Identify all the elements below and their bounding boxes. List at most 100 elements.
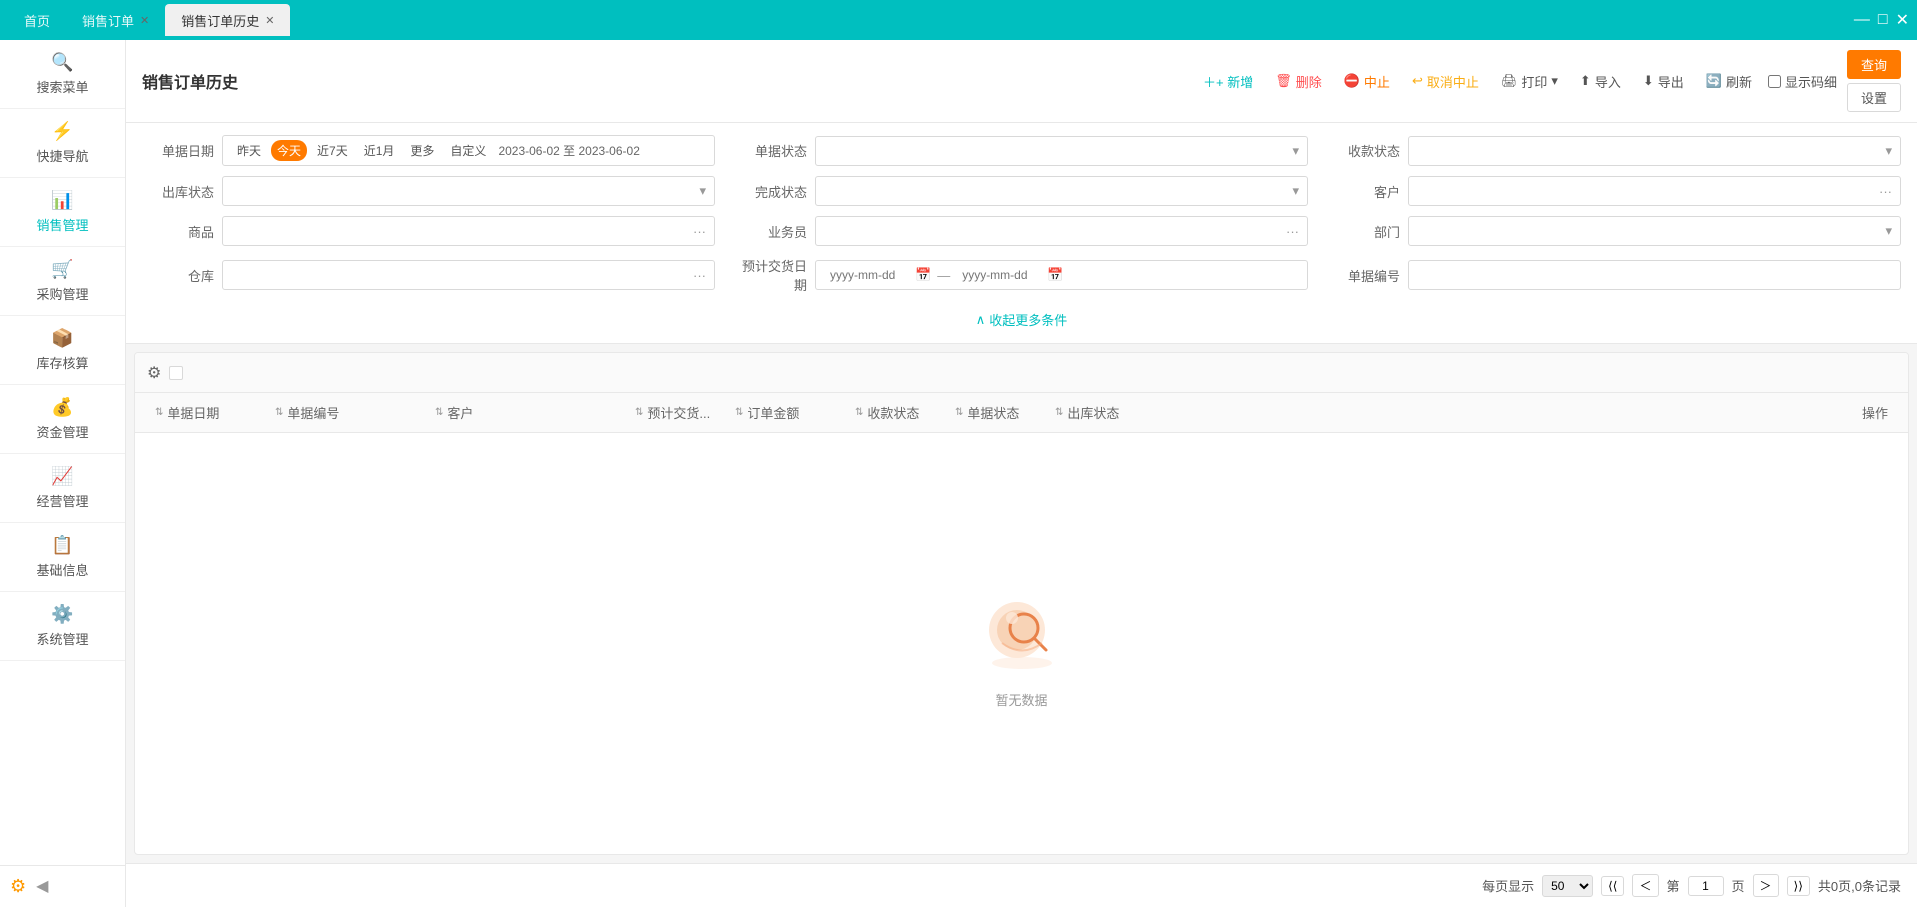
sidebar-item-finance-label: 资金管理 xyxy=(36,422,88,441)
cancel-stop-button[interactable]: ↩ 取消中止 xyxy=(1406,68,1485,95)
out-status-label: 出库状态 xyxy=(142,182,222,201)
query-button[interactable]: 查询 xyxy=(1847,50,1901,79)
tab-home-label: 首页 xyxy=(24,11,50,30)
order-num-input[interactable] xyxy=(1417,268,1892,283)
next-page-btn[interactable]: ＞ xyxy=(1753,874,1779,897)
sidebar-item-sales[interactable]: 📊 销售管理 xyxy=(0,178,125,247)
window-controls: — □ ✕ xyxy=(1854,10,1909,30)
delivery-calendar-start[interactable]: 📅 xyxy=(915,267,931,283)
table-header: ⇅ 单据日期 ⇅ 单据编号 ⇅ 客户 ⇅ 预计交货... ⇅ 订单金额 xyxy=(135,393,1908,433)
display-cols-checkbox[interactable] xyxy=(1768,75,1781,88)
stop-button[interactable]: ⛔ 中止 xyxy=(1338,68,1396,95)
sidebar-settings-icon[interactable]: ⚙ xyxy=(10,876,26,897)
customer-dots: ··· xyxy=(1879,184,1892,199)
tab-home[interactable]: 首页 xyxy=(8,4,66,36)
page-size-label: 每页显示 xyxy=(1482,876,1534,895)
minimize-icon[interactable]: — xyxy=(1854,11,1870,29)
th-order-status[interactable]: ⇅ 单据状态 xyxy=(947,403,1047,422)
filter-row-4: 仓库 ··· 预计交货日期 📅 — 📅 单据编号 xyxy=(142,256,1901,294)
date-filter-control[interactable]: 昨天 今天 近7天 近1月 更多 自定义 2023-06-02 至 2023-0… xyxy=(222,135,715,166)
order-status-control[interactable]: ▾ xyxy=(815,136,1308,166)
date-btn-7days[interactable]: 近7天 xyxy=(311,140,354,161)
warehouse-label: 仓库 xyxy=(142,266,222,285)
sidebar-item-finance[interactable]: 💰 资金管理 xyxy=(0,385,125,454)
collapse-icon: ∧ xyxy=(976,312,986,328)
dept-control[interactable]: ▾ xyxy=(1408,216,1901,246)
delivery-date-control[interactable]: 📅 — 📅 xyxy=(815,260,1308,290)
warehouse-control[interactable]: ··· xyxy=(222,260,715,290)
date-btn-1month[interactable]: 近1月 xyxy=(358,140,401,161)
sidebar-item-operations[interactable]: 📈 经营管理 xyxy=(0,454,125,523)
sidebar-item-purchase[interactable]: 🛒 采购管理 xyxy=(0,247,125,316)
sidebar-item-info[interactable]: 📋 基础信息 xyxy=(0,523,125,592)
last-page-btn[interactable]: ⟩⟩ xyxy=(1787,876,1810,896)
sidebar-item-inventory[interactable]: 📦 库存核算 xyxy=(0,316,125,385)
sidebar-item-quick-nav[interactable]: ⚡ 快捷导航 xyxy=(0,109,125,178)
th-amount[interactable]: ⇅ 订单金额 xyxy=(727,403,847,422)
goods-control[interactable]: ··· xyxy=(222,216,715,246)
sidebar-item-system[interactable]: ⚙️ 系统管理 xyxy=(0,592,125,661)
print-button[interactable]: 🖨 打印 ▾ xyxy=(1495,68,1564,95)
th-action: 操作 xyxy=(1147,403,1896,422)
close-icon[interactable]: ✕ xyxy=(1896,10,1909,30)
print-dropdown-icon: ▾ xyxy=(1551,73,1558,89)
date-btn-custom[interactable]: 自定义 xyxy=(444,140,492,161)
sidebar-item-operations-label: 经营管理 xyxy=(36,491,88,510)
sidebar-collapse-icon[interactable]: ◀ xyxy=(36,876,48,897)
customer-control[interactable]: ··· xyxy=(1408,176,1901,206)
export-button[interactable]: ⬇ 导出 xyxy=(1637,68,1690,95)
tab-sales-order[interactable]: 销售订单 ✕ xyxy=(66,4,165,36)
date-range-text: 2023-06-02 至 2023-06-02 xyxy=(498,142,639,159)
th-date[interactable]: ⇅ 单据日期 xyxy=(147,403,267,422)
tab-sales-order-close[interactable]: ✕ xyxy=(140,14,149,27)
th-num-label: 单据编号 xyxy=(287,403,339,422)
th-out-status[interactable]: ⇅ 出库状态 xyxy=(1047,403,1147,422)
cancel-stop-icon: ↩ xyxy=(1412,73,1423,89)
stop-icon: ⛔ xyxy=(1344,73,1360,89)
first-page-btn[interactable]: ⟨⟨ xyxy=(1601,876,1624,896)
th-num[interactable]: ⇅ 单据编号 xyxy=(267,403,427,422)
complete-status-control[interactable]: ▾ xyxy=(815,176,1308,206)
th-delivery[interactable]: ⇅ 预计交货... xyxy=(627,403,727,422)
delivery-date-start[interactable] xyxy=(824,265,909,285)
refresh-button[interactable]: 🔄 刷新 xyxy=(1700,68,1758,95)
settings-button[interactable]: 设置 xyxy=(1847,83,1901,112)
salesman-control[interactable]: ··· xyxy=(815,216,1308,246)
th-pay-status[interactable]: ⇅ 收款状态 xyxy=(847,403,947,422)
maximize-icon[interactable]: □ xyxy=(1878,11,1888,29)
page-number-input[interactable] xyxy=(1688,876,1724,896)
th-date-label: 单据日期 xyxy=(167,403,219,422)
page-unit: 页 xyxy=(1732,876,1745,895)
sidebar-item-search-menu[interactable]: 🔍 搜索菜单 xyxy=(0,40,125,109)
add-button[interactable]: ＋ + 新增 xyxy=(1197,68,1259,95)
export-icon: ⬇ xyxy=(1643,73,1654,89)
tab-sales-order-history-close[interactable]: ✕ xyxy=(265,14,274,27)
add-icon: ＋ xyxy=(1203,72,1216,91)
date-btn-yesterday[interactable]: 昨天 xyxy=(231,140,267,161)
tab-sales-order-history[interactable]: 销售订单历史 ✕ xyxy=(165,4,290,36)
table-toolbar: ⚙ xyxy=(135,353,1908,393)
th-amount-label: 订单金额 xyxy=(747,403,799,422)
delivery-date-end[interactable] xyxy=(956,265,1041,285)
page-size-select[interactable]: 50 10 20 100 xyxy=(1542,875,1593,897)
date-btn-more[interactable]: 更多 xyxy=(404,140,440,161)
prev-page-btn[interactable]: ＜ xyxy=(1632,874,1658,897)
delete-button[interactable]: 🗑 删除 xyxy=(1269,68,1328,95)
table-settings-icon[interactable]: ⚙ xyxy=(147,363,161,383)
import-icon: ⬆ xyxy=(1580,73,1591,89)
filter-row-1: 单据日期 昨天 今天 近7天 近1月 更多 自定义 2023-06-02 至 2… xyxy=(142,135,1901,166)
display-cols-toggle[interactable]: 显示码细 xyxy=(1768,72,1837,91)
date-btn-today[interactable]: 今天 xyxy=(271,140,307,161)
order-num-control[interactable] xyxy=(1408,260,1901,290)
sidebar-item-inventory-label: 库存核算 xyxy=(36,353,88,372)
pay-status-control[interactable]: ▾ xyxy=(1408,136,1901,166)
page-word: 第 xyxy=(1667,876,1680,895)
collapse-bar[interactable]: ∧ 收起更多条件 xyxy=(142,304,1901,331)
import-button[interactable]: ⬆ 导入 xyxy=(1574,68,1627,95)
sales-icon: 📊 xyxy=(51,190,73,211)
out-status-control[interactable]: ▾ xyxy=(222,176,715,206)
tab-sales-order-label: 销售订单 xyxy=(82,11,134,30)
th-customer[interactable]: ⇅ 客户 xyxy=(427,403,627,422)
select-all-checkbox[interactable] xyxy=(169,366,183,380)
delivery-calendar-end[interactable]: 📅 xyxy=(1047,267,1063,283)
